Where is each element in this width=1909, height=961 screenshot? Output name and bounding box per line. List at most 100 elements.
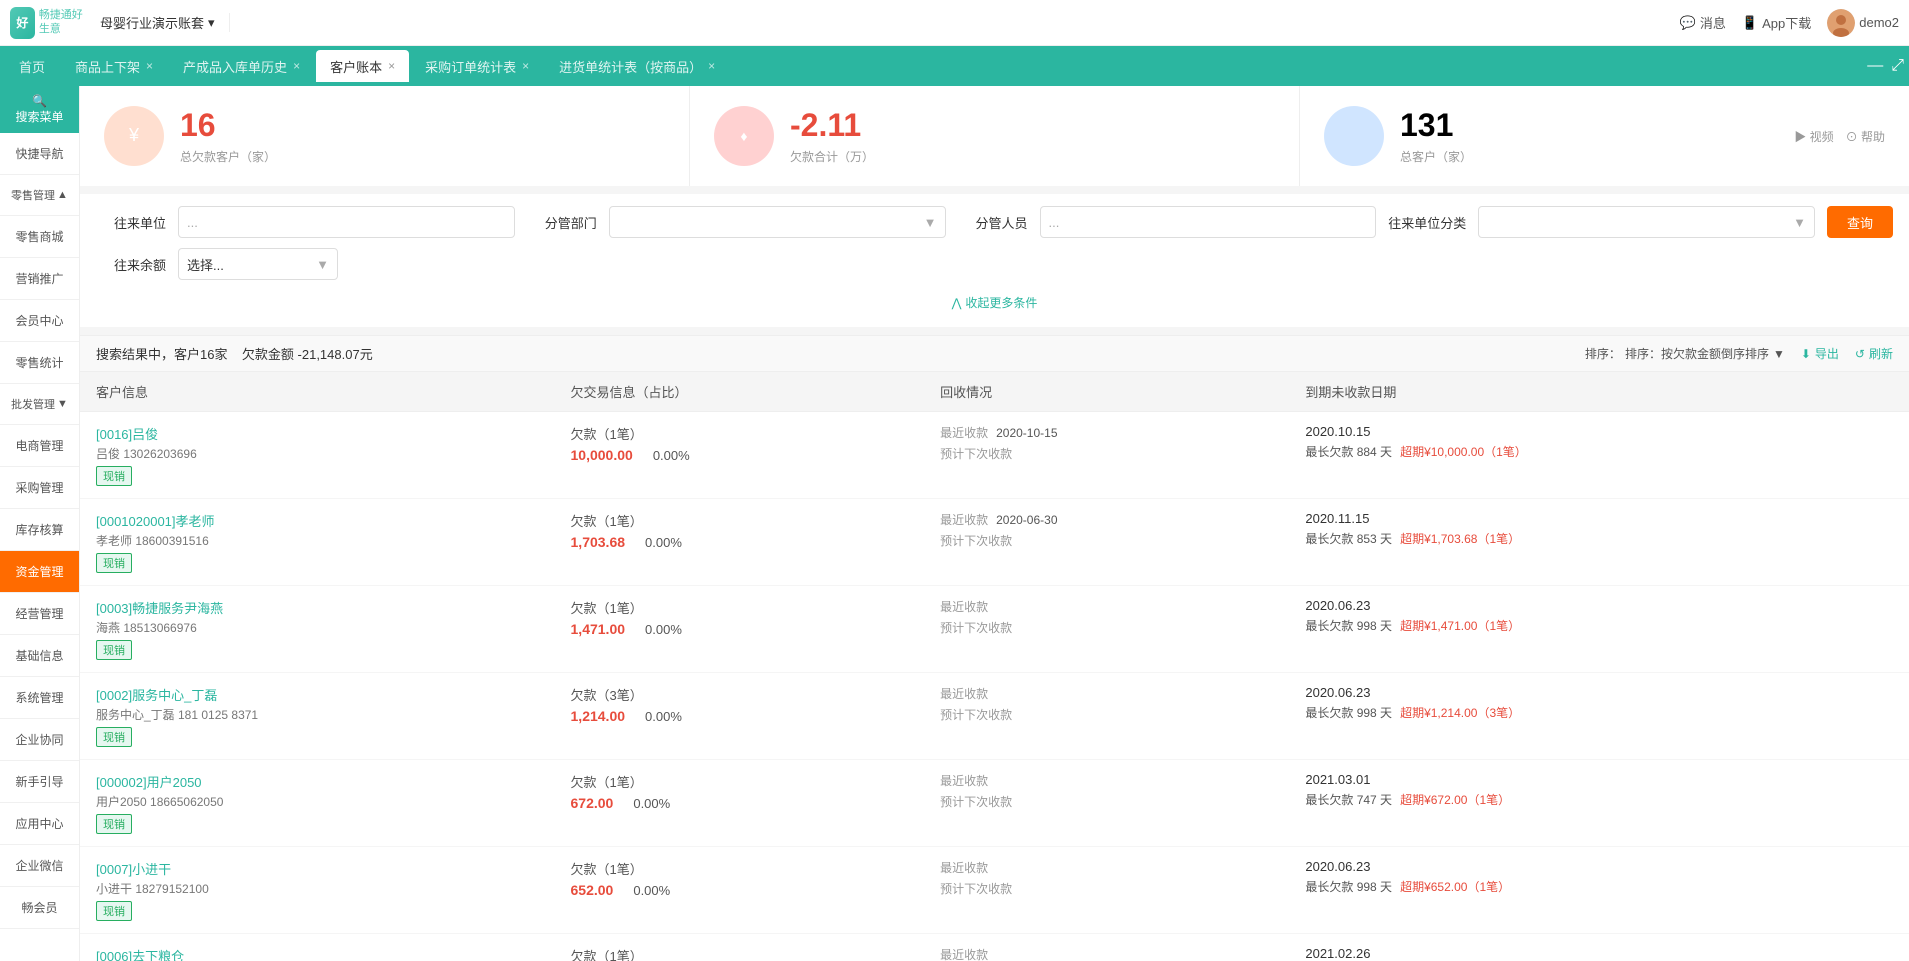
search-icon: 🔍 <box>0 94 79 108</box>
stat-card-debt-amount: ♦ -2.11 欠款合计（万） <box>690 86 1300 186</box>
user-avatar[interactable]: demo2 <box>1827 9 1899 37</box>
debt-percent: 0.00% <box>633 883 670 898</box>
sidebar-item-quick-nav[interactable]: 快捷导航 <box>0 133 79 175</box>
refresh-btn[interactable]: ↺ 刷新 <box>1855 345 1893 362</box>
unit-category-select[interactable]: ▼ <box>1478 206 1815 238</box>
sidebar-item-basic-info[interactable]: 基础信息 <box>0 635 79 677</box>
tab-product-off[interactable]: 商品上下架 × <box>61 50 167 82</box>
debt-count: 欠款（1笔） <box>571 772 909 791</box>
customer-name-link[interactable]: [0001020001]孝老师 <box>96 514 215 529</box>
sidebar-item-marketing[interactable]: 营销推广 <box>0 258 79 300</box>
customer-name-link[interactable]: [0007]小进干 <box>96 862 171 877</box>
tab-minimize-icon[interactable]: ― <box>1867 57 1883 75</box>
origin-unit-input[interactable]: ... <box>178 206 515 238</box>
debt-count: 欠款（1笔） <box>571 598 909 617</box>
sort-selector[interactable]: 排序： 排序：按欠款金额倒序排序 ▼ <box>1585 345 1785 362</box>
tab-expand-icon[interactable]: ⤢ <box>1891 57 1904 75</box>
recent-label: 最近收款 <box>940 511 988 528</box>
customer-name-link[interactable]: [0016]吕俊 <box>96 427 158 442</box>
close-tab-customer-account[interactable]: × <box>388 59 395 73</box>
tab-customer-account[interactable]: 客户账本 × <box>316 50 409 82</box>
recent-label: 最近收款 <box>940 598 988 615</box>
stat-icon-total-customers <box>1324 106 1384 166</box>
overdue-link[interactable]: 超期¥672.00（1笔） <box>1400 791 1510 808</box>
tab-home[interactable]: 首页 <box>5 50 59 82</box>
debt-count: 欠款（1笔） <box>571 946 909 961</box>
customer-tag: 现销 <box>96 901 132 921</box>
overdue-date: 2020.11.15 <box>1305 511 1893 526</box>
close-tab-product-off[interactable]: × <box>146 59 153 73</box>
top-actions: 💬 消息 📱 App下载 demo2 <box>1680 9 1899 37</box>
overdue-link[interactable]: 超期¥10,000.00（1笔） <box>1400 443 1527 460</box>
stats-row: ¥ 16 总欠款客户（家） ♦ -2.11 欠款合计（万） <box>80 86 1909 186</box>
sidebar-item-ecommerce[interactable]: 电商管理 <box>0 425 79 467</box>
customer-phone: 吕俊 13026203696 <box>96 445 539 462</box>
tab-import-stat[interactable]: 进货单统计表（按商品） × <box>545 50 729 82</box>
sidebar-search[interactable]: 🔍 搜索菜单 <box>0 86 79 133</box>
cell-customer-info: [000002]用户2050 用户2050 18665062050 现销 <box>80 760 555 847</box>
sidebar-item-batch-mgmt[interactable]: 批发管理 ▼ <box>0 384 79 425</box>
sidebar-item-operations[interactable]: 经营管理 <box>0 593 79 635</box>
tab-production-history[interactable]: 产成品入库单历史 × <box>169 50 314 82</box>
sidebar-item-enterprise-collab[interactable]: 企业协同 <box>0 719 79 761</box>
video-btn[interactable]: ▶ 视频 <box>1794 128 1833 145</box>
sidebar-item-retail-store[interactable]: 零售商城 <box>0 216 79 258</box>
customer-name-link[interactable]: [0006]去下粮仓 <box>96 949 184 961</box>
help-btn[interactable]: ⊙ 帮助 <box>1846 128 1885 145</box>
overdue-link[interactable]: 超期¥652.00（1笔） <box>1400 878 1510 895</box>
data-table: 客户信息 欠交易信息（占比） 回收情况 到期未收款日期 [0016]吕俊 吕俊 … <box>80 372 1909 961</box>
sidebar-item-app-center[interactable]: 应用中心 <box>0 803 79 845</box>
content-area: ¥ 16 总欠款客户（家） ♦ -2.11 欠款合计（万） <box>80 86 1909 961</box>
debt-amount: 1,471.00 <box>571 621 626 637</box>
overdue-date: 2020.10.15 <box>1305 424 1893 439</box>
overdue-link[interactable]: 超期¥1,471.00（1笔） <box>1400 617 1520 634</box>
stat-info-debt-amount: -2.11 欠款合计（万） <box>790 107 874 165</box>
overdue-date: 2020.06.23 <box>1305 685 1893 700</box>
close-tab-import-stat[interactable]: × <box>708 59 715 73</box>
customer-phone: 服务中心_丁磊 181 0125 8371 <box>96 706 539 723</box>
export-btn[interactable]: ⬇ 导出 <box>1801 345 1839 362</box>
manager-input[interactable]: ... <box>1040 206 1377 238</box>
overdue-days: 最长欠款 998 天 <box>1305 617 1392 634</box>
company-selector[interactable]: 母婴行业演示账套 ▾ <box>90 13 230 32</box>
cell-customer-info: [0006]去下粮仓 陈小希 现销 <box>80 934 555 961</box>
balance-select[interactable]: 选择... ▼ <box>178 248 338 280</box>
tab-bar-end: ― ⤢ <box>1867 57 1904 75</box>
tab-purchase-order[interactable]: 采购订单统计表 × <box>411 50 543 82</box>
cell-overdue-date: 2021.02.26 最长欠款 750 天 超期¥455.90（1笔） <box>1289 934 1909 961</box>
close-tab-purchase-order[interactable]: × <box>522 59 529 73</box>
dept-select[interactable]: ▼ <box>609 206 946 238</box>
overdue-link[interactable]: 超期¥1,703.68（1笔） <box>1400 530 1520 547</box>
sidebar-item-member-center[interactable]: 会员中心 <box>0 300 79 342</box>
sidebar-item-retail-stats[interactable]: 零售统计 <box>0 342 79 384</box>
sidebar-item-finance[interactable]: 资金管理 <box>0 551 79 593</box>
collapse-filter-btn[interactable]: ⋀ 收起更多条件 <box>96 290 1893 315</box>
sidebar-item-purchase-mgmt[interactable]: 采购管理 <box>0 467 79 509</box>
message-btn[interactable]: 💬 消息 <box>1680 13 1726 32</box>
close-tab-production-history[interactable]: × <box>293 59 300 73</box>
overdue-date: 2021.03.01 <box>1305 772 1893 787</box>
filter-row-2: 往来余额 选择... ▼ <box>96 248 1893 280</box>
sidebar-item-inventory[interactable]: 库存核算 <box>0 509 79 551</box>
customer-name-link[interactable]: [000002]用户2050 <box>96 775 202 790</box>
debt-amount: 1,214.00 <box>571 708 626 724</box>
cell-recovery: 最近收款 2020-10-15 预计下次收款 <box>924 412 1289 499</box>
logo-text: 畅捷通好生意 <box>39 9 90 35</box>
sidebar-item-retail-mgmt[interactable]: 零售管理 ▲ <box>0 175 79 216</box>
sidebar-item-newbie[interactable]: 新手引导 <box>0 761 79 803</box>
sidebar-item-system[interactable]: 系统管理 <box>0 677 79 719</box>
customer-name-link[interactable]: [0002]服务中心_丁磊 <box>96 688 217 703</box>
result-summary: 搜索结果中，客户16家 欠款金额 -21,148.07元 <box>96 344 373 363</box>
customer-phone: 用户2050 18665062050 <box>96 793 539 810</box>
sidebar-item-vip-member[interactable]: 畅会员 <box>0 887 79 929</box>
app-download-btn[interactable]: 📱 App下载 <box>1742 13 1811 32</box>
recent-label: 最近收款 <box>940 772 988 789</box>
customer-name-link[interactable]: [0003]畅捷服务尹海燕 <box>96 601 223 616</box>
cell-customer-info: [0001020001]孝老师 孝老师 18600391516 现销 <box>80 499 555 586</box>
search-button[interactable]: 查询 <box>1827 206 1893 238</box>
overdue-link[interactable]: 超期¥1,214.00（3笔） <box>1400 704 1520 721</box>
sidebar-item-enterprise-wechat[interactable]: 企业微信 <box>0 845 79 887</box>
table-row: [0002]服务中心_丁磊 服务中心_丁磊 181 0125 8371 现销 欠… <box>80 673 1909 760</box>
cell-debt-info: 欠款（3笔） 1,214.00 0.00% <box>555 673 925 760</box>
cell-debt-info: 欠款（1笔） 672.00 0.00% <box>555 760 925 847</box>
